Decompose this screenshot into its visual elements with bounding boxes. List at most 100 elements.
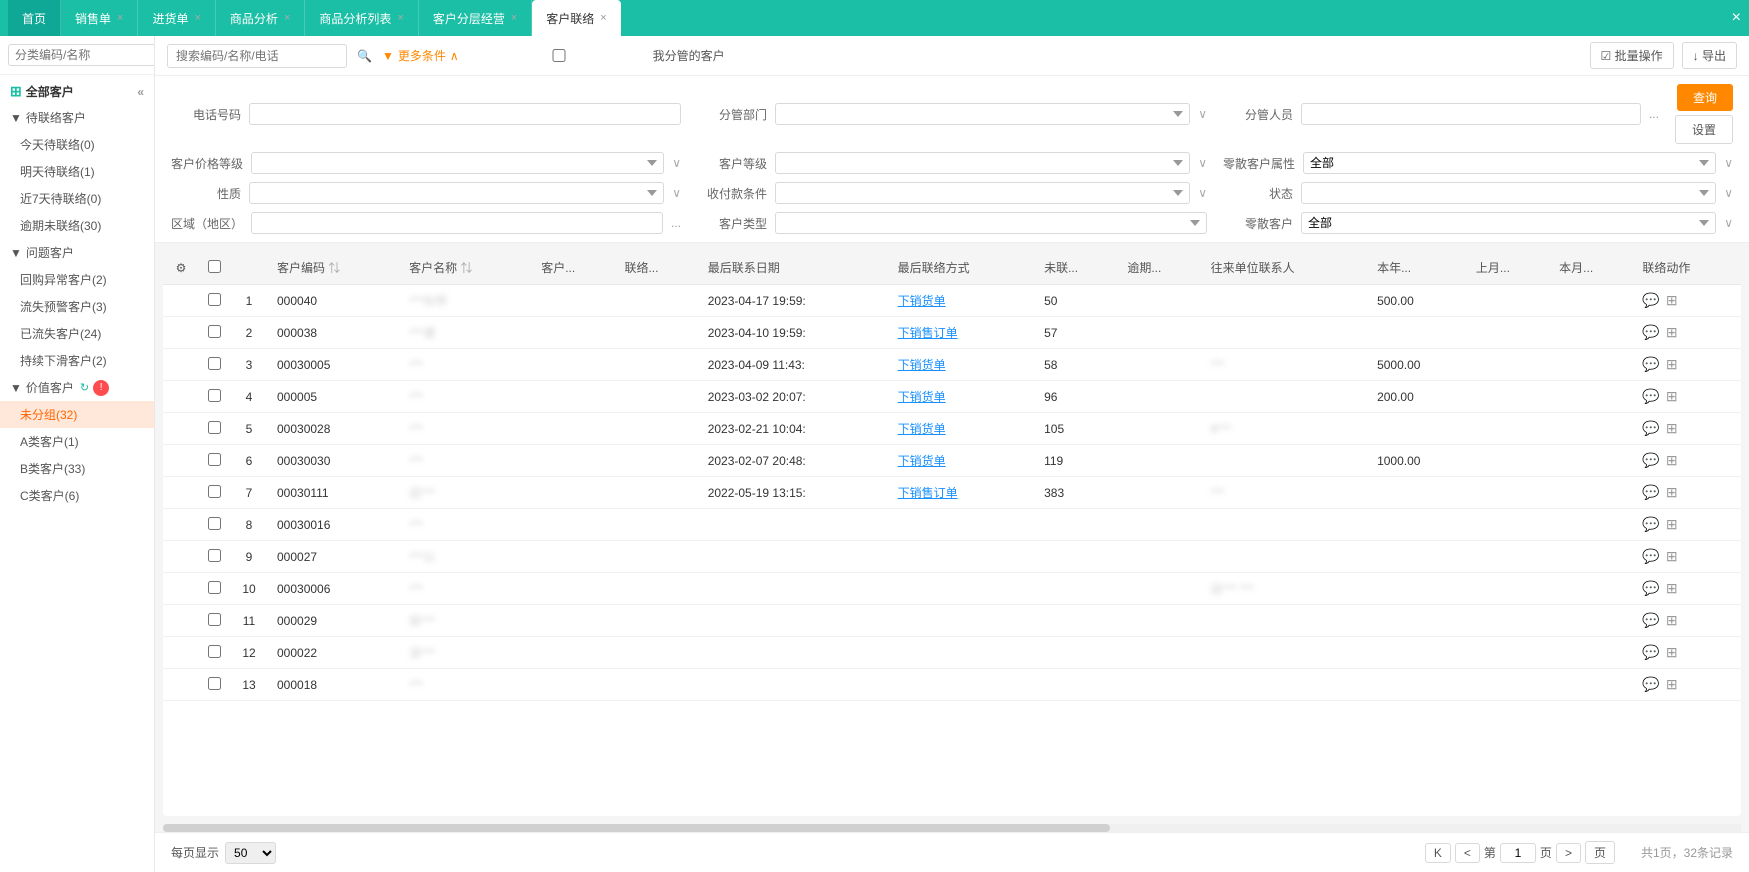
- staff-ellipsis[interactable]: ...: [1649, 107, 1659, 121]
- sidebar-item-class-a[interactable]: A类客户(1): [0, 428, 154, 455]
- col-type-header[interactable]: 客户...: [533, 251, 616, 285]
- action-chat-icon[interactable]: 💬: [1642, 548, 1659, 565]
- tab-customer-contact[interactable]: 客户联络 ×: [532, 0, 620, 36]
- action-grid-icon[interactable]: ⊞: [1666, 356, 1678, 373]
- row-last-contact-method[interactable]: [890, 541, 1037, 573]
- region-ellipsis[interactable]: ...: [671, 216, 681, 230]
- row-check[interactable]: [199, 349, 229, 381]
- sidebar-search-input[interactable]: [8, 44, 155, 66]
- tab-purchase[interactable]: 进货单 ×: [138, 0, 215, 36]
- row-last-contact-method[interactable]: [890, 509, 1037, 541]
- region-input[interactable]: [251, 212, 663, 234]
- row-check[interactable]: [199, 637, 229, 669]
- tab-goods-analysis-list-close[interactable]: ×: [397, 12, 403, 24]
- tab-customer-tier[interactable]: 客户分层经营 ×: [419, 0, 532, 36]
- row-last-contact-method[interactable]: [890, 573, 1037, 605]
- col-this-year-header[interactable]: 本年...: [1369, 251, 1468, 285]
- row-last-contact-method[interactable]: [890, 637, 1037, 669]
- col-not-contacted-header[interactable]: 未联...: [1036, 251, 1119, 285]
- my-customers-checkbox-area[interactable]: 我分管的客户: [469, 47, 725, 64]
- action-chat-icon[interactable]: 💬: [1642, 516, 1659, 533]
- sidebar-item-today[interactable]: 今天待联络(0): [0, 131, 154, 158]
- per-page-select[interactable]: 50100: [225, 842, 276, 864]
- score-refresh-icon[interactable]: ↻: [80, 381, 89, 394]
- row-check[interactable]: [199, 381, 229, 413]
- action-chat-icon[interactable]: 💬: [1642, 388, 1659, 405]
- row-last-contact-method[interactable]: 下销货单: [890, 381, 1037, 413]
- action-grid-icon[interactable]: ⊞: [1666, 676, 1678, 693]
- problem-group-header[interactable]: ▼ 问题客户: [0, 239, 154, 266]
- phone-input[interactable]: [249, 103, 681, 125]
- action-chat-icon[interactable]: 💬: [1642, 452, 1659, 469]
- action-chat-icon[interactable]: 💬: [1642, 292, 1659, 309]
- staff-input[interactable]: [1301, 103, 1641, 125]
- export-btn[interactable]: ↓ 导出: [1682, 42, 1737, 69]
- tab-sales-close[interactable]: ×: [117, 12, 123, 24]
- action-grid-icon[interactable]: ⊞: [1666, 516, 1678, 533]
- tab-goods-analysis[interactable]: 商品分析 ×: [216, 0, 305, 36]
- row-check[interactable]: [199, 317, 229, 349]
- action-grid-icon[interactable]: ⊞: [1666, 324, 1678, 341]
- col-check-header[interactable]: [199, 251, 229, 285]
- reset-btn[interactable]: 设置: [1675, 115, 1733, 144]
- action-chat-icon[interactable]: 💬: [1642, 420, 1659, 437]
- row-check[interactable]: [199, 573, 229, 605]
- row-check[interactable]: [199, 541, 229, 573]
- search-input[interactable]: [167, 44, 347, 68]
- page-input[interactable]: [1500, 843, 1536, 863]
- col-contact-header[interactable]: 联络...: [616, 251, 699, 285]
- payment-select[interactable]: [775, 182, 1190, 204]
- row-check[interactable]: [199, 285, 229, 317]
- select-all-checkbox[interactable]: [208, 260, 221, 273]
- sidebar-item-class-c[interactable]: C类客户(6): [0, 482, 154, 509]
- action-chat-icon[interactable]: 💬: [1642, 580, 1659, 597]
- first-page-btn[interactable]: K: [1425, 843, 1451, 863]
- search-icon[interactable]: 🔍: [357, 49, 372, 63]
- price-level-select[interactable]: [251, 152, 664, 174]
- action-grid-icon[interactable]: ⊞: [1666, 292, 1678, 309]
- close-all-tabs[interactable]: ×: [1732, 9, 1741, 27]
- row-last-contact-method[interactable]: 下销售订单: [890, 477, 1037, 509]
- batch-ops-btn[interactable]: ☑ 批量操作: [1590, 42, 1674, 69]
- row-check[interactable]: [199, 669, 229, 701]
- customer-level-select[interactable]: [775, 152, 1190, 174]
- more-conditions-btn[interactable]: ▼ 更多条件 ∧: [382, 47, 459, 64]
- row-check[interactable]: [199, 413, 229, 445]
- tab-customer-contact-close[interactable]: ×: [600, 12, 606, 24]
- row-check[interactable]: [199, 445, 229, 477]
- col-this-month-header[interactable]: 本月...: [1551, 251, 1634, 285]
- col-unit-contact-header[interactable]: 往来单位联系人: [1203, 251, 1369, 285]
- sidebar-item-ungroup[interactable]: 未分组(32): [0, 401, 154, 428]
- action-chat-icon[interactable]: 💬: [1642, 324, 1659, 341]
- tab-sales[interactable]: 销售单 ×: [61, 0, 138, 36]
- tab-goods-analysis-list[interactable]: 商品分析列表 ×: [305, 0, 418, 36]
- tab-goods-analysis-close[interactable]: ×: [284, 12, 290, 24]
- my-customers-checkbox[interactable]: [469, 49, 649, 62]
- action-grid-icon[interactable]: ⊞: [1666, 388, 1678, 405]
- action-grid-icon[interactable]: ⊞: [1666, 420, 1678, 437]
- row-check[interactable]: [199, 477, 229, 509]
- action-grid-icon[interactable]: ⊞: [1666, 484, 1678, 501]
- row-last-contact-method[interactable]: 下销货单: [890, 285, 1037, 317]
- sidebar-item-7days[interactable]: 近7天待联络(0): [0, 185, 154, 212]
- search-btn[interactable]: 查询: [1677, 84, 1733, 111]
- sidebar-item-declining[interactable]: 持续下滑客户(2): [0, 347, 154, 374]
- col-name-header[interactable]: 客户名称 ⇅: [401, 251, 533, 285]
- col-last-contact-method-header[interactable]: 最后联络方式: [890, 251, 1037, 285]
- score-group-header[interactable]: ▼ 价值客户 ↻ !: [0, 374, 154, 401]
- col-last-contact-date-header[interactable]: 最后联系日期: [700, 251, 890, 285]
- row-check[interactable]: [199, 509, 229, 541]
- action-chat-icon[interactable]: 💬: [1642, 612, 1659, 629]
- sidebar-item-lost[interactable]: 已流失客户(24): [0, 320, 154, 347]
- retail-customer-select[interactable]: 全部: [1301, 212, 1716, 234]
- next-page-btn[interactable]: >: [1556, 843, 1581, 863]
- prev-page-btn[interactable]: <: [1455, 843, 1480, 863]
- sidebar-item-abnormal[interactable]: 回购异常客户(2): [0, 266, 154, 293]
- row-last-contact-method[interactable]: [890, 669, 1037, 701]
- horizontal-scrollbar[interactable]: [163, 824, 1741, 832]
- action-grid-icon[interactable]: ⊞: [1666, 644, 1678, 661]
- action-chat-icon[interactable]: 💬: [1642, 484, 1659, 501]
- sidebar-item-overdue[interactable]: 逾期未联络(30): [0, 212, 154, 239]
- dept-select[interactable]: [775, 103, 1190, 125]
- action-grid-icon[interactable]: ⊞: [1666, 452, 1678, 469]
